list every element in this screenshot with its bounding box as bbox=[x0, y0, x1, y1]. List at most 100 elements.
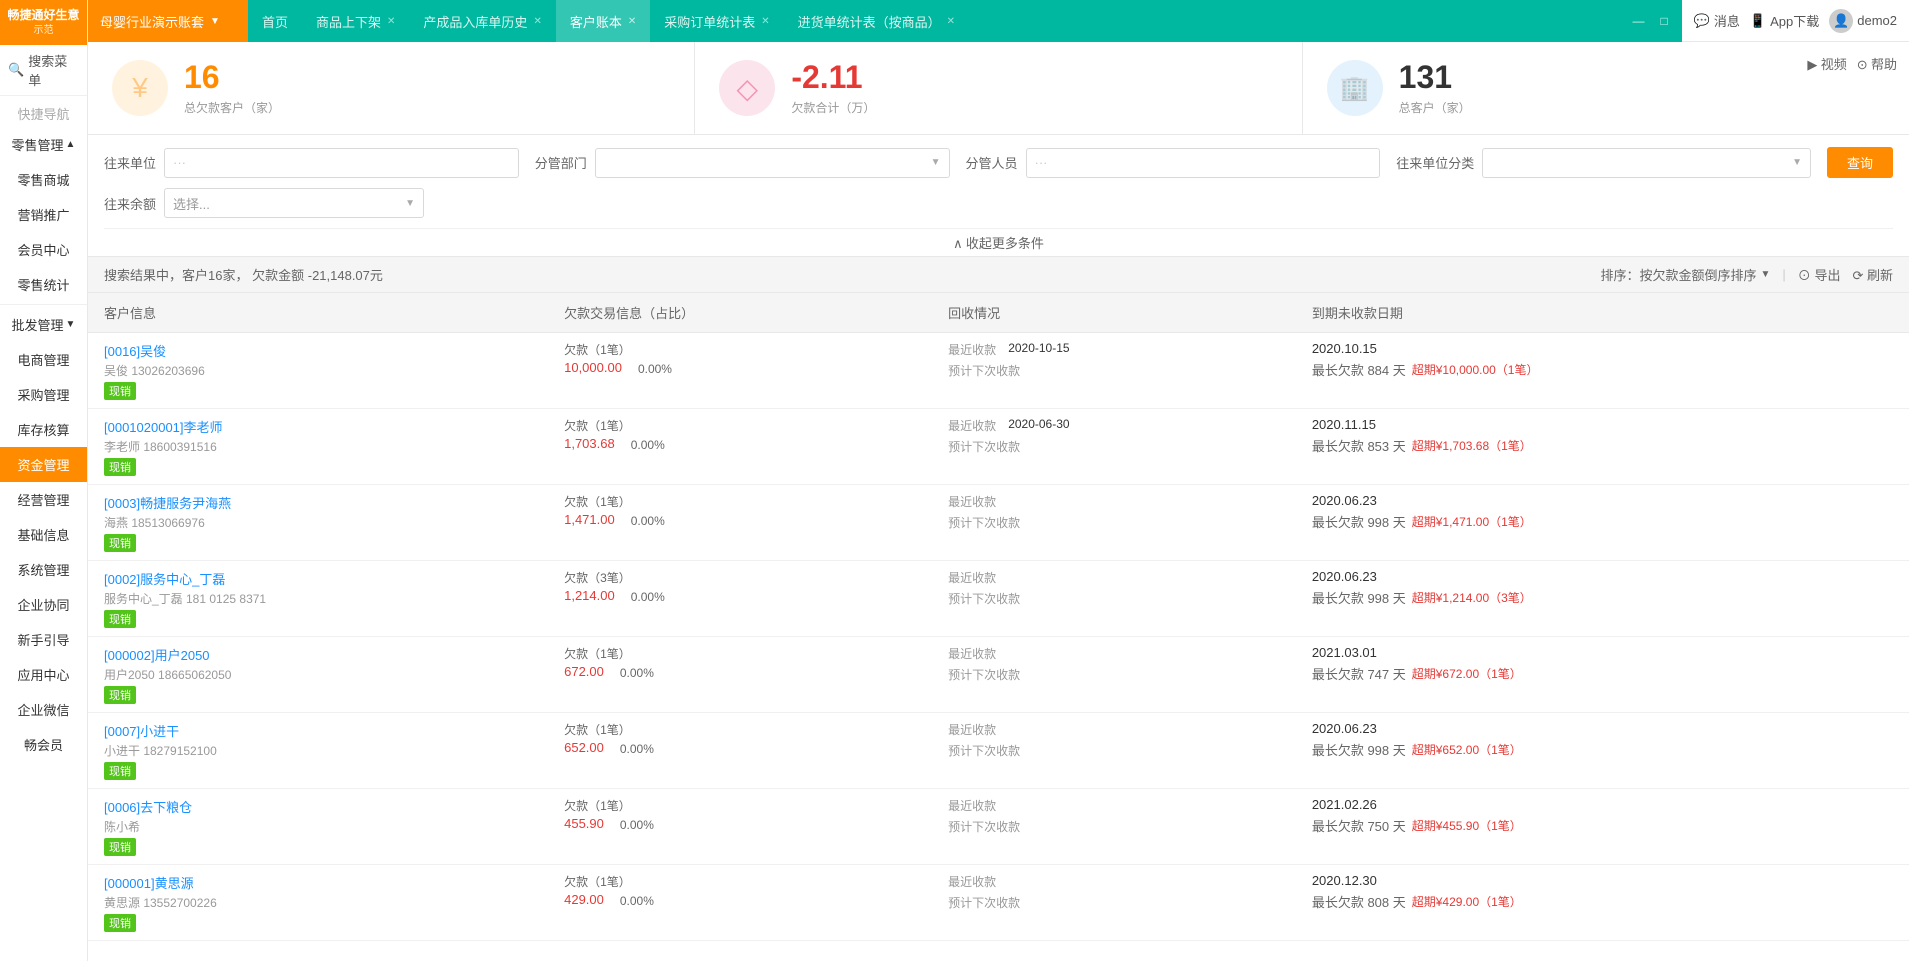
customer-name-link[interactable]: [0003]畅捷服务尹海燕 bbox=[104, 496, 231, 511]
app-download-button[interactable]: 📱 App下载 bbox=[1750, 11, 1819, 30]
customer-name-link[interactable]: [000001]黄思源 bbox=[104, 876, 194, 891]
sidebar-item-ecommerce[interactable]: 电商管理 bbox=[0, 342, 87, 377]
col-payback: 回收情况 bbox=[932, 293, 1296, 333]
sidebar-item-purchase-mgmt[interactable]: 采购管理 bbox=[0, 377, 87, 412]
overdue-link[interactable]: 超期¥429.00（1笔） bbox=[1412, 893, 1522, 910]
stat-icon-owed-amount: ◇ bbox=[719, 60, 775, 116]
sidebar-item-app-center[interactable]: 应用中心 bbox=[0, 657, 87, 692]
sidebar-item-inventory[interactable]: 库存核算 bbox=[0, 412, 87, 447]
sidebar-item-label: 电商管理 bbox=[17, 353, 69, 368]
stat-header-actions: ▶ 视频 ⊙ 帮助 bbox=[1807, 54, 1897, 73]
table-row: [000001]黄思源 黄思源 13552700226 现销 欠款（1笔） 42… bbox=[88, 865, 1909, 941]
collapse-filter-button[interactable]: ∧ 收起更多条件 bbox=[104, 228, 1893, 256]
video-button[interactable]: ▶ 视频 bbox=[1807, 54, 1846, 73]
company-selector[interactable]: 母婴行业演示账套 ▼ bbox=[88, 0, 248, 42]
sidebar-item-label: 基础信息 bbox=[17, 528, 69, 543]
tab-home[interactable]: 首页 bbox=[248, 0, 302, 42]
stat-card-owed-amount: ◇ -2.11 欠款合计（万） bbox=[695, 42, 1302, 134]
overdue-link[interactable]: 超期¥1,214.00（3笔） bbox=[1412, 589, 1532, 606]
help-button[interactable]: ⊙ 帮助 bbox=[1857, 54, 1897, 73]
sidebar-item-operations[interactable]: 经营管理 bbox=[0, 482, 87, 517]
sidebar-item-zero-stats[interactable]: 零售统计 bbox=[0, 267, 87, 302]
sidebar-item-marketing[interactable]: 营销推广 bbox=[0, 197, 87, 232]
overdue-link[interactable]: 超期¥10,000.00（1笔） bbox=[1412, 361, 1539, 378]
debt-amount-row: 652.00 0.00% bbox=[564, 738, 916, 756]
tab-product-history[interactable]: 产成品入库单历史 ✕ bbox=[409, 0, 555, 42]
close-icon[interactable]: ✕ bbox=[533, 16, 541, 27]
cell-debt-info: 欠款（1笔） 672.00 0.00% bbox=[548, 637, 932, 713]
tab-inventory-stats[interactable]: 进货单统计表（按商品） ✕ bbox=[784, 0, 969, 42]
close-icon[interactable]: ✕ bbox=[387, 16, 395, 27]
refresh-label: 刷新 bbox=[1867, 268, 1893, 283]
sidebar-item-capital-mgmt[interactable]: 资金管理 bbox=[0, 447, 87, 482]
sidebar-item-member-plus[interactable]: 畅会员 bbox=[0, 727, 87, 762]
sidebar-item-new-guide[interactable]: 新手引导 bbox=[0, 622, 87, 657]
tab-products-off[interactable]: 商品上下架 ✕ bbox=[302, 0, 409, 42]
cell-debt-info: 欠款（1笔） 1,471.00 0.00% bbox=[548, 485, 932, 561]
overdue-link[interactable]: 超期¥1,471.00（1笔） bbox=[1412, 513, 1532, 530]
sidebar-item-zero-sales-mgmt[interactable]: 零售管理 ▲ bbox=[0, 127, 87, 162]
payback-last: 最近收款 bbox=[948, 493, 1280, 510]
payback-last-label: 最近收款 bbox=[948, 873, 996, 890]
sidebar-item-zero-mall[interactable]: 零售商城 bbox=[0, 162, 87, 197]
sidebar-item-enterprise-coop[interactable]: 企业协同 bbox=[0, 587, 87, 622]
stat-value-total-customers: 131 bbox=[1399, 60, 1471, 95]
customer-sub: 服务中心_丁磊 181 0125 8371 bbox=[104, 590, 532, 607]
overdue-link[interactable]: 超期¥1,703.68（1笔） bbox=[1412, 437, 1532, 454]
customer-name-link[interactable]: [0006]去下粮仓 bbox=[104, 800, 192, 815]
sidebar-item-batch-mgmt[interactable]: 批发管理 ▼ bbox=[0, 307, 87, 342]
window-expand-button[interactable]: □ bbox=[1654, 12, 1673, 30]
sidebar-item-label: 企业协同 bbox=[17, 598, 69, 613]
person-input[interactable]: ··· bbox=[1026, 148, 1381, 178]
dept-select[interactable]: ▼ bbox=[595, 148, 950, 178]
overdue-link[interactable]: 超期¥652.00（1笔） bbox=[1412, 741, 1522, 758]
sort-selector[interactable]: 排序：按欠款金额倒序排序 ▼ bbox=[1600, 265, 1770, 284]
due-days: 最长欠款 998 天 bbox=[1312, 740, 1406, 759]
debt-amount: 455.90 bbox=[564, 816, 604, 831]
due-info-row: 最长欠款 747 天 超期¥672.00（1笔） bbox=[1312, 664, 1893, 683]
customer-name-link[interactable]: [0002]服务中心_丁磊 bbox=[104, 572, 225, 587]
filter-field-dept: 分管部门 ▼ bbox=[535, 148, 950, 178]
user-avatar[interactable]: 👤 demo2 bbox=[1829, 9, 1897, 33]
overdue-link[interactable]: 超期¥455.90（1笔） bbox=[1412, 817, 1522, 834]
sidebar-item-enterprise-wechat[interactable]: 企业微信 bbox=[0, 692, 87, 727]
tab-purchase-order-stats[interactable]: 采购订单统计表 ✕ bbox=[650, 0, 783, 42]
due-info-row: 最长欠款 750 天 超期¥455.90（1笔） bbox=[1312, 816, 1893, 835]
search-button[interactable]: 查询 bbox=[1827, 147, 1893, 178]
unit-category-select[interactable]: ▼ bbox=[1482, 148, 1811, 178]
tab-bar-actions: — □ bbox=[1626, 12, 1681, 30]
window-collapse-button[interactable]: — bbox=[1626, 12, 1650, 30]
sidebar-item-basic-info[interactable]: 基础信息 bbox=[0, 517, 87, 552]
payback-last-label: 最近收款 bbox=[948, 797, 996, 814]
chevron-down-icon: ▼ bbox=[210, 16, 220, 27]
sidebar-item-label: 系统管理 bbox=[17, 563, 69, 578]
customer-name-link[interactable]: [0007]小进干 bbox=[104, 724, 179, 739]
due-date-value: 2020.10.15 bbox=[1312, 341, 1893, 356]
sidebar-logo[interactable]: 畅捷通好生意 示范 bbox=[0, 0, 87, 45]
customer-name-link[interactable]: [0001020001]李老师 bbox=[104, 420, 223, 435]
customer-tag: 现销 bbox=[104, 762, 136, 780]
cell-due-date: 2021.03.01 最长欠款 747 天 超期¥672.00（1笔） bbox=[1296, 637, 1909, 713]
tab-customer-account[interactable]: 客户账本 ✕ bbox=[556, 0, 650, 42]
stat-info-owed-amount: -2.11 欠款合计（万） bbox=[791, 60, 875, 116]
debt-amount: 672.00 bbox=[564, 664, 604, 679]
cell-payback: 最近收款 预计下次收款 bbox=[932, 789, 1296, 865]
debt-percent: 0.00% bbox=[631, 590, 665, 604]
debt-amount: 10,000.00 bbox=[564, 360, 622, 375]
tab-label: 产成品入库单历史 bbox=[423, 12, 527, 31]
sidebar-item-member-center[interactable]: 会员中心 bbox=[0, 232, 87, 267]
message-button[interactable]: 💬 消息 bbox=[1694, 11, 1740, 30]
overdue-link[interactable]: 超期¥672.00（1笔） bbox=[1412, 665, 1522, 682]
payback-last-date: 2020-06-30 bbox=[1008, 417, 1069, 434]
close-icon[interactable]: ✕ bbox=[628, 16, 636, 27]
customer-name-link[interactable]: [000002]用户2050 bbox=[104, 648, 210, 663]
customer-name-link[interactable]: [0016]吴俊 bbox=[104, 344, 166, 359]
refresh-button[interactable]: ⟳ 刷新 bbox=[1852, 265, 1893, 284]
sidebar-item-sys-mgmt[interactable]: 系统管理 bbox=[0, 552, 87, 587]
sidebar-search[interactable]: 🔍 搜索菜单 bbox=[0, 45, 87, 96]
balance-select[interactable]: 选择... ▼ bbox=[164, 188, 424, 218]
close-icon[interactable]: ✕ bbox=[947, 16, 955, 27]
close-icon[interactable]: ✕ bbox=[761, 16, 769, 27]
export-button[interactable]: ⊙ 导出 bbox=[1798, 265, 1841, 284]
source-unit-input[interactable]: ··· bbox=[164, 148, 519, 178]
